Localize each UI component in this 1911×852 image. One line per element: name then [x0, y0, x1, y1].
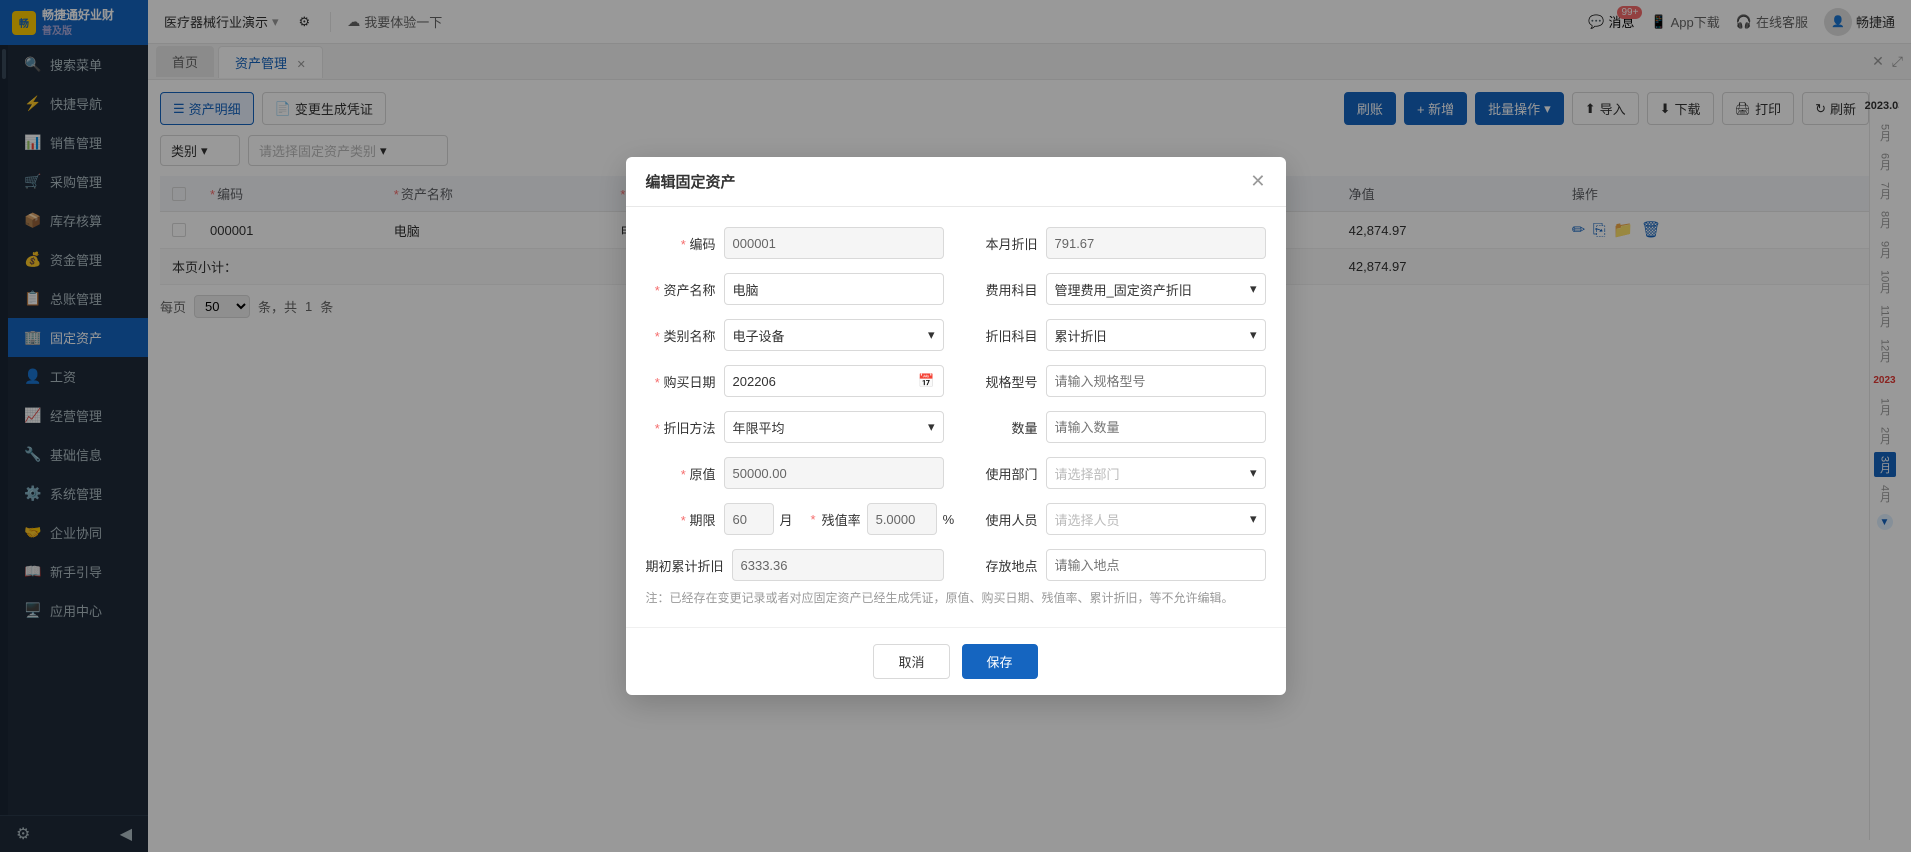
modal-title: 编辑固定资产 — [646, 171, 736, 192]
form-row-spec: 规格型号 — [968, 365, 1266, 397]
form-row-period: * 期限 月 * 残值率 % — [646, 503, 944, 535]
dep-method-value: 年限平均 — [733, 418, 785, 437]
modal-note: 注：已经存在变更记录或者对应固定资产已经生成凭证，原值、购买日期、残值率、累计折… — [646, 589, 1266, 607]
form-row-dep-subject: 折旧科目 累计折旧 ▾ — [968, 319, 1266, 351]
dep-method-select[interactable]: 年限平均 ▾ — [724, 411, 944, 443]
location-input[interactable] — [1046, 549, 1266, 581]
form-row-department: 使用部门 请选择部门 ▾ — [968, 457, 1266, 489]
dep-subject-select[interactable]: 累计折旧 ▾ — [1046, 319, 1266, 351]
category-label: * 类别名称 — [646, 326, 716, 345]
monthly-dep-input[interactable] — [1046, 227, 1266, 259]
expense-subject-value: 管理费用_固定资产折旧 — [1055, 280, 1192, 299]
modal-close-button[interactable]: ✕ — [1250, 171, 1265, 192]
expense-subject-dropdown-icon: ▾ — [1250, 281, 1257, 297]
period-input[interactable] — [724, 503, 774, 535]
form-row-purchase-date: * 购买日期 202206 📅 — [646, 365, 944, 397]
form-row-dep-method: * 折旧方法 年限平均 ▾ — [646, 411, 944, 443]
person-placeholder: 请选择人员 — [1055, 510, 1120, 529]
calendar-icon: 📅 — [918, 373, 934, 389]
purchase-date-input[interactable]: 202206 📅 — [724, 365, 944, 397]
form-row-asset-name: * 资产名称 — [646, 273, 944, 305]
required-star: * — [681, 467, 686, 482]
required-star-residual: * — [811, 512, 816, 527]
save-button[interactable]: 保存 — [962, 644, 1038, 679]
department-label: 使用部门 — [968, 464, 1038, 483]
asset-name-input[interactable] — [724, 273, 944, 305]
cancel-button[interactable]: 取消 — [873, 644, 949, 679]
period-label: * 期限 — [646, 510, 716, 529]
initial-dep-label: 期初累计折旧 — [646, 556, 724, 575]
form-row-monthly-dep: 本月折旧 — [968, 227, 1266, 259]
modal-overlay: 编辑固定资产 ✕ * 编码 * — [0, 0, 1911, 852]
initial-dep-input[interactable] — [732, 549, 944, 581]
quantity-input[interactable] — [1046, 411, 1266, 443]
dep-method-dropdown-icon: ▾ — [928, 419, 935, 435]
purchase-date-label: * 购买日期 — [646, 372, 716, 391]
asset-name-label: * 资产名称 — [646, 280, 716, 299]
form-row-code: * 编码 — [646, 227, 944, 259]
dep-subject-dropdown-icon: ▾ — [1250, 327, 1257, 343]
code-input[interactable] — [724, 227, 944, 259]
person-dropdown-icon: ▾ — [1250, 511, 1257, 527]
required-star: * — [655, 329, 660, 344]
form-row-original-value: * 原值 — [646, 457, 944, 489]
dep-subject-label: 折旧科目 — [968, 326, 1038, 345]
department-placeholder: 请选择部门 — [1055, 464, 1120, 483]
expense-subject-select[interactable]: 管理费用_固定资产折旧 ▾ — [1046, 273, 1266, 305]
period-unit: 月 — [780, 510, 793, 529]
location-label: 存放地点 — [968, 556, 1038, 575]
purchase-date-value: 202206 — [733, 374, 776, 389]
dep-method-label: * 折旧方法 — [646, 418, 716, 437]
department-select[interactable]: 请选择部门 ▾ — [1046, 457, 1266, 489]
person-select[interactable]: 请选择人员 ▾ — [1046, 503, 1266, 535]
form-grid: * 编码 * 资产名称 * — [646, 227, 1266, 581]
form-row-person: 使用人员 请选择人员 ▾ — [968, 503, 1266, 535]
original-value-label: * 原值 — [646, 464, 716, 483]
form-row-initial-dep: 期初累计折旧 — [646, 549, 944, 581]
category-select[interactable]: 电子设备 ▾ — [724, 319, 944, 351]
required-star: * — [655, 283, 660, 298]
form-row-category: * 类别名称 电子设备 ▾ — [646, 319, 944, 351]
code-label: * 编码 — [646, 234, 716, 253]
person-label: 使用人员 — [968, 510, 1038, 529]
residual-rate-input[interactable] — [867, 503, 937, 535]
percent-sign: % — [943, 512, 955, 527]
modal-footer: 取消 保存 — [626, 627, 1286, 695]
required-star: * — [655, 375, 660, 390]
edit-modal: 编辑固定资产 ✕ * 编码 * — [626, 157, 1286, 695]
modal-header: 编辑固定资产 ✕ — [626, 157, 1286, 207]
expense-subject-label: 费用科目 — [968, 280, 1038, 299]
department-dropdown-icon: ▾ — [1250, 465, 1257, 481]
period-row: 月 * 残值率 % — [724, 503, 944, 535]
category-select-icon: ▾ — [928, 327, 935, 343]
spec-label: 规格型号 — [968, 372, 1038, 391]
spec-input[interactable] — [1046, 365, 1266, 397]
modal-body: * 编码 * 资产名称 * — [626, 207, 1286, 627]
form-row-quantity: 数量 — [968, 411, 1266, 443]
original-value-input[interactable] — [724, 457, 944, 489]
required-star: * — [681, 513, 686, 528]
monthly-dep-label: 本月折旧 — [968, 234, 1038, 253]
form-left: * 编码 * 资产名称 * — [646, 227, 944, 581]
category-select-value: 电子设备 — [733, 326, 785, 345]
quantity-label: 数量 — [968, 418, 1038, 437]
required-star: * — [681, 237, 686, 252]
form-right: 本月折旧 费用科目 管理费用_固定资产折旧 ▾ 折旧科目 累计折旧 — [968, 227, 1266, 581]
form-row-location: 存放地点 — [968, 549, 1266, 581]
residual-rate-label: 残值率 — [822, 510, 861, 529]
required-star: * — [655, 421, 660, 436]
form-row-expense-subject: 费用科目 管理费用_固定资产折旧 ▾ — [968, 273, 1266, 305]
dep-subject-value: 累计折旧 — [1055, 326, 1107, 345]
